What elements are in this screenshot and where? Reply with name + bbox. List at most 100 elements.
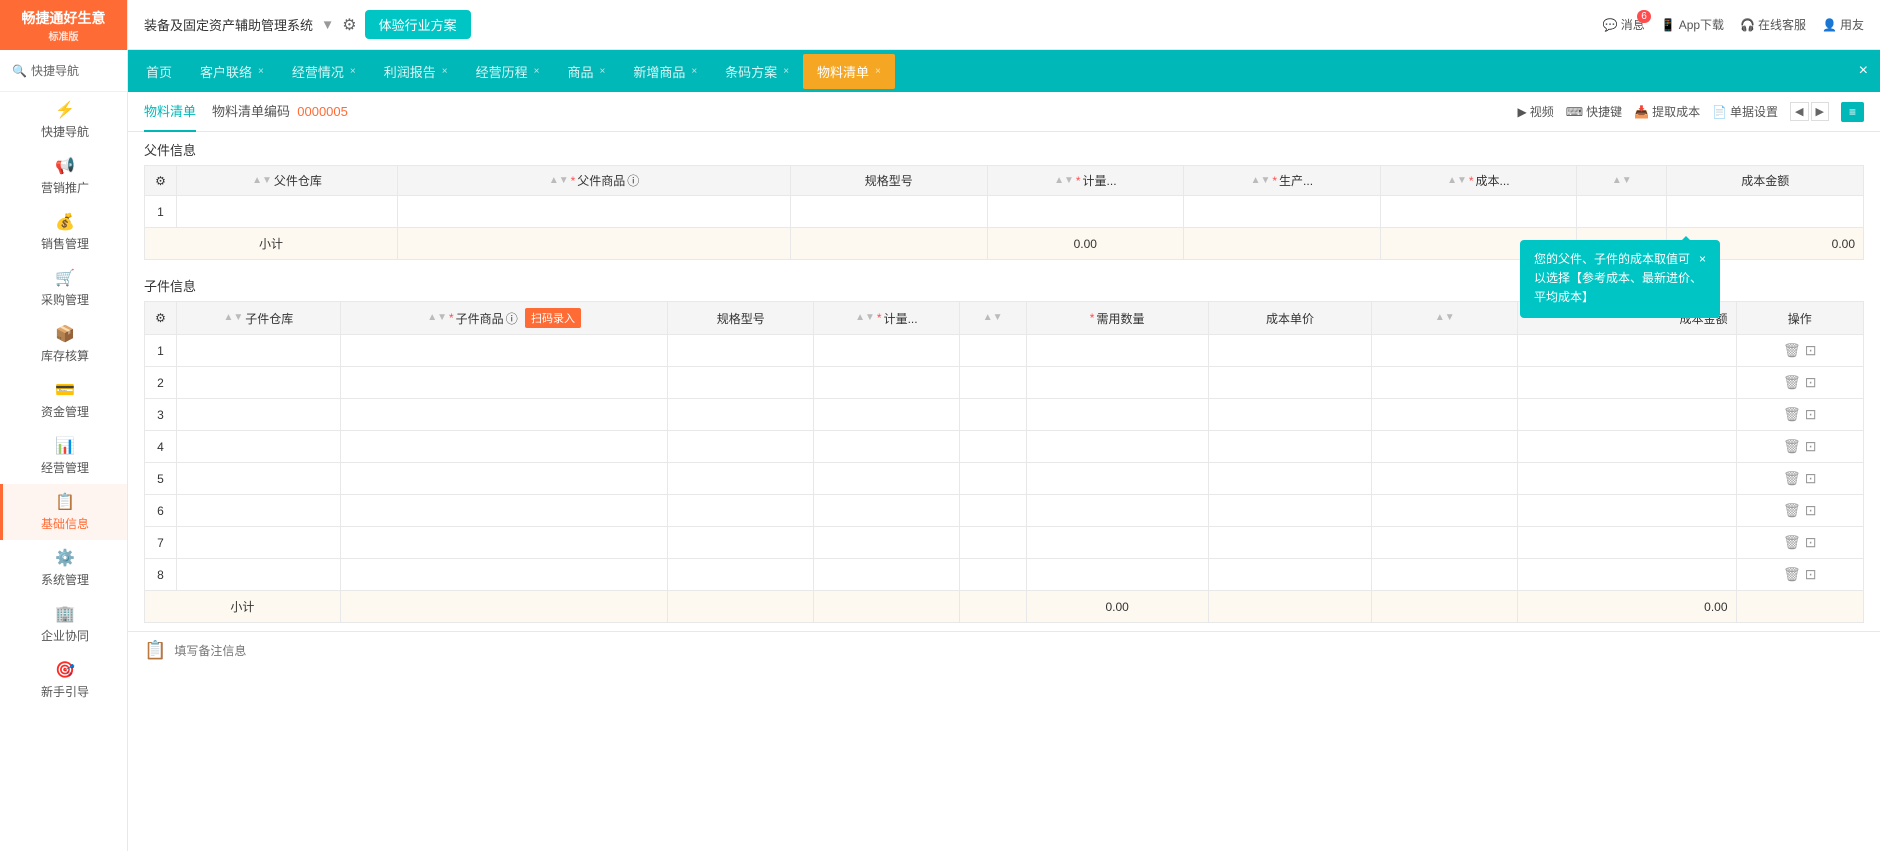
sidebar-item-operations[interactable]: 📊 经营管理 (0, 428, 127, 484)
delete-row-button[interactable]: 🗑 (1783, 470, 1801, 487)
tab-customers[interactable]: 客户联络 × (186, 54, 278, 89)
sidebar-item-enterprise[interactable]: 🏢 企业协同 (0, 596, 127, 652)
sidebar-search-area[interactable]: 🔍 快捷导航 (0, 50, 127, 92)
child-unit-cell[interactable] (814, 527, 960, 559)
child-qty-cell[interactable] (1026, 527, 1208, 559)
child-qty-cell[interactable] (1026, 335, 1208, 367)
child-unit-cell[interactable] (814, 495, 960, 527)
child-unit-cost-cell[interactable] (1208, 431, 1372, 463)
tab-home[interactable]: 首页 (132, 54, 186, 89)
tab-operations-status-close[interactable]: × (350, 66, 356, 77)
child-qty-cell[interactable] (1026, 399, 1208, 431)
sidebar-item-sales[interactable]: 💰 销售管理 (0, 204, 127, 260)
copy-row-button[interactable]: ⊡ (1805, 534, 1817, 551)
child-unit-cost-cell[interactable] (1208, 559, 1372, 591)
child-spec-cell[interactable] (668, 559, 814, 591)
view-button[interactable]: ▶ 视频 (1518, 103, 1554, 120)
sidebar-item-purchase[interactable]: 🛒 采购管理 (0, 260, 127, 316)
child-qty-cell[interactable] (1026, 463, 1208, 495)
child-warehouse-cell[interactable] (177, 335, 341, 367)
close-all-tabs-button[interactable]: × (1851, 58, 1876, 84)
child-product-cell[interactable] (340, 463, 668, 495)
online-service-button[interactable]: 🎧 在线客服 (1740, 16, 1806, 33)
list-view-button[interactable]: ≡ (1841, 102, 1864, 122)
child-gear-settings-icon[interactable]: ⚙ (155, 311, 166, 325)
child-product-cell[interactable] (340, 559, 668, 591)
child-spec-cell[interactable] (668, 463, 814, 495)
gear-settings-icon[interactable]: ⚙ (155, 174, 166, 188)
child-product-cell[interactable] (340, 495, 668, 527)
nav-next-button[interactable]: ▶ (1811, 102, 1829, 121)
sidebar-item-finance[interactable]: 💳 资金管理 (0, 372, 127, 428)
scan-badge[interactable]: 扫码录入 (525, 308, 581, 328)
shortcut-button[interactable]: ⌨ 快捷键 (1566, 103, 1622, 120)
child-unit-cost-cell[interactable] (1208, 463, 1372, 495)
child-warehouse-cell[interactable] (177, 367, 341, 399)
child-spec-cell[interactable] (668, 367, 814, 399)
child-product-cell[interactable] (340, 431, 668, 463)
delete-row-button[interactable]: 🗑 (1783, 534, 1801, 551)
tab-bom[interactable]: 物料清单 × (803, 54, 895, 89)
child-unit-cell[interactable] (814, 463, 960, 495)
sub-tab-bom-list[interactable]: 物料清单 (144, 92, 196, 132)
child-unit-cost-cell[interactable] (1208, 527, 1372, 559)
copy-row-button[interactable]: ⊡ (1805, 438, 1817, 455)
delete-row-button[interactable]: 🗑 (1783, 342, 1801, 359)
parent-warehouse-cell[interactable] (177, 196, 398, 228)
message-button[interactable]: 💬 消息 6 (1603, 16, 1645, 33)
trial-button[interactable]: 体验行业方案 (365, 10, 471, 39)
copy-row-button[interactable]: ⊡ (1805, 470, 1817, 487)
copy-row-button[interactable]: ⊡ (1805, 406, 1817, 423)
child-product-cell[interactable] (340, 335, 668, 367)
tab-products[interactable]: 商品 × (553, 54, 619, 89)
nav-prev-button[interactable]: ◀ (1790, 102, 1808, 121)
delete-row-button[interactable]: 🗑 (1783, 502, 1801, 519)
child-unit-cost-cell[interactable] (1208, 367, 1372, 399)
copy-row-button[interactable]: ⊡ (1805, 374, 1817, 391)
parent-prod-cell[interactable] (1184, 196, 1381, 228)
system-dropdown-button[interactable]: ▼ (321, 17, 334, 32)
child-unit-cell[interactable] (814, 335, 960, 367)
delete-row-button[interactable]: 🗑 (1783, 406, 1801, 423)
sidebar-item-quick-nav[interactable]: ⚡ 快捷导航 (0, 92, 127, 148)
single-settings-button[interactable]: 📄 单据设置 (1712, 103, 1778, 120)
child-unit-cell[interactable] (814, 431, 960, 463)
child-spec-cell[interactable] (668, 495, 814, 527)
tab-barcode-close[interactable]: × (783, 66, 789, 77)
child-warehouse-cell[interactable] (177, 431, 341, 463)
parent-unit-cell[interactable] (987, 196, 1184, 228)
child-unit-cell[interactable] (814, 367, 960, 399)
tab-profit-report-close[interactable]: × (442, 66, 448, 77)
user-button[interactable]: 👤 用友 (1822, 16, 1864, 33)
delete-row-button[interactable]: 🗑 (1783, 566, 1801, 583)
sub-tab-bom-code[interactable]: 物料清单编码 0000005 (212, 92, 348, 132)
child-unit-cost-cell[interactable] (1208, 335, 1372, 367)
child-unit-cell[interactable] (814, 559, 960, 591)
tab-profit-report[interactable]: 利润报告 × (370, 54, 462, 89)
app-download-button[interactable]: 📱 App下载 (1661, 16, 1724, 33)
child-qty-cell[interactable] (1026, 559, 1208, 591)
settings-button[interactable]: ⚙ (342, 15, 356, 35)
tab-biz-history[interactable]: 经营历程 × (462, 54, 554, 89)
parent-spec-cell[interactable] (791, 196, 988, 228)
sidebar-item-basic-info[interactable]: 📋 基础信息 (0, 484, 127, 540)
child-product-cell[interactable] (340, 527, 668, 559)
note-input[interactable] (174, 644, 1864, 658)
tab-new-product-close[interactable]: × (691, 66, 697, 77)
child-warehouse-cell[interactable] (177, 399, 341, 431)
child-unit-cost-cell[interactable] (1208, 495, 1372, 527)
sidebar-item-system[interactable]: ⚙️ 系统管理 (0, 540, 127, 596)
tab-bom-close[interactable]: × (875, 66, 881, 77)
sidebar-item-marketing[interactable]: 📢 营销推广 (0, 148, 127, 204)
child-warehouse-cell[interactable] (177, 463, 341, 495)
search-menu-button[interactable]: 🔍 快捷导航 (8, 58, 119, 83)
child-unit-cell[interactable] (814, 399, 960, 431)
tab-operations-status[interactable]: 经营情况 × (278, 54, 370, 89)
tab-barcode[interactable]: 条码方案 × (711, 54, 803, 89)
copy-row-button[interactable]: ⊡ (1805, 566, 1817, 583)
child-warehouse-cell[interactable] (177, 527, 341, 559)
sidebar-item-inventory[interactable]: 📦 库存核算 (0, 316, 127, 372)
child-qty-cell[interactable] (1026, 367, 1208, 399)
child-qty-cell[interactable] (1026, 431, 1208, 463)
child-unit-cost-cell[interactable] (1208, 399, 1372, 431)
